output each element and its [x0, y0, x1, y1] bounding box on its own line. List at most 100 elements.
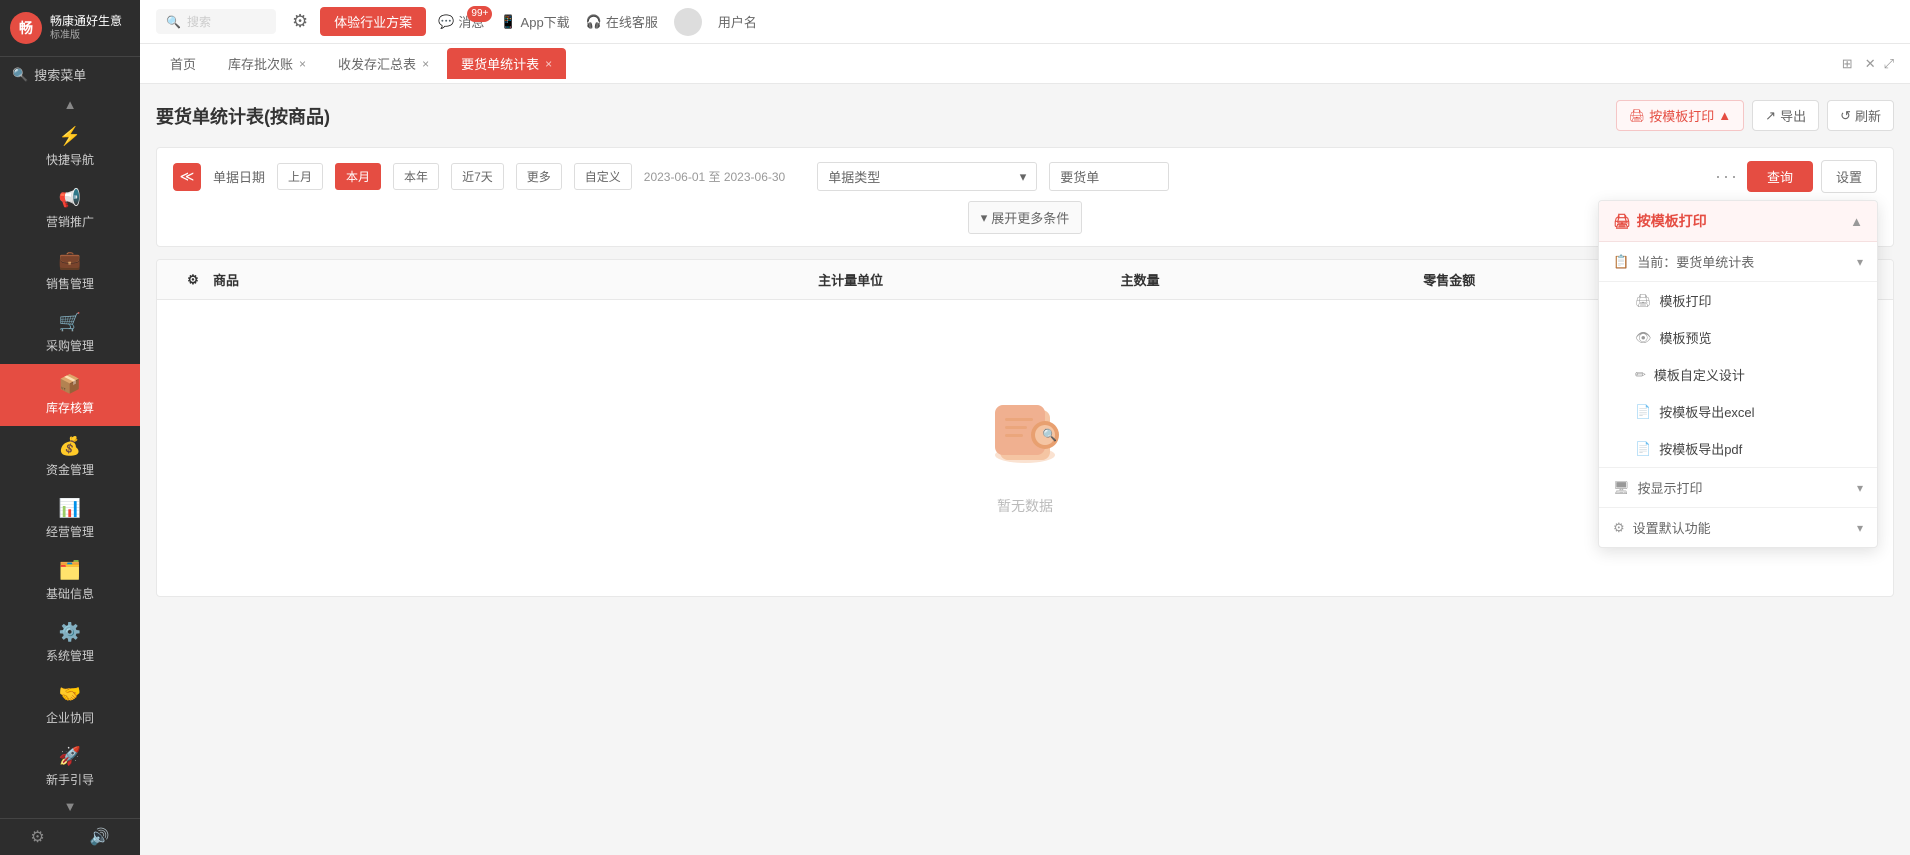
settings-icon[interactable]: ⚙ [30, 827, 44, 847]
sidebar-item-label-sales: 销售管理 [46, 275, 94, 292]
default-func-item[interactable]: ⚙ 设置默认功能 ▾ [1599, 508, 1877, 547]
template-print-dropdown: 🖨 按模板打印 ▲ 📋 当前：要货单统计表 ▾ [1598, 200, 1878, 548]
basic-icon: 🗂️ [59, 560, 81, 581]
template-export-excel-item[interactable]: 📄 按模板导出excel [1599, 393, 1877, 430]
newbie-icon: 🚀 [59, 746, 81, 767]
trial-button[interactable]: 体验行业方案 [320, 7, 426, 36]
date-range: 2023-06-01 至 2023-06-30 [644, 168, 785, 185]
template-print-item[interactable]: 🖨 模板打印 [1599, 282, 1877, 319]
message-button[interactable]: 💬 消息 99+ [438, 12, 484, 31]
col-product-header: 商品 [213, 270, 818, 289]
display-print-chevron: ▾ [1857, 481, 1863, 495]
sidebar-item-finance[interactable]: 💰 资金管理 [0, 426, 140, 488]
expand-conditions-button[interactable]: ▾ 展开更多条件 [968, 201, 1083, 234]
filter-right-actions: ··· 查询 设置 [1715, 160, 1877, 193]
printer-icon: 🖨 [1629, 108, 1646, 124]
speaker-icon[interactable]: 🔊 [90, 827, 110, 847]
quick-nav-icon: ⚡ [59, 126, 81, 147]
date-btn-本月[interactable]: 本月 [335, 163, 381, 190]
search-icon: 🔍 [12, 67, 28, 83]
date-btn-近7天[interactable]: 近7天 [451, 163, 504, 190]
sidebar-item-enterprise[interactable]: 🤝企业协同 [0, 674, 140, 736]
sales-icon: 💼 [59, 250, 81, 271]
template-print-button[interactable]: 🖨 按模板打印 ▲ [1616, 100, 1744, 131]
finance-icon: 💰 [59, 436, 81, 457]
printer-icon3: 🖨 [1635, 293, 1652, 309]
more-options-icon[interactable]: ··· [1715, 166, 1739, 187]
enterprise-icon: 🤝 [59, 684, 81, 705]
sidebar-scroll-down[interactable]: ▼ [0, 794, 140, 818]
refresh-button[interactable]: ↺ 刷新 [1827, 100, 1894, 131]
logo-icon: 畅 [10, 12, 42, 44]
yaohuo-select[interactable]: 要货单 [1049, 162, 1169, 191]
search-bar-text: 搜索 [187, 13, 211, 30]
sidebar-item-newbie[interactable]: 🚀 新手引导 [0, 736, 140, 794]
chevron-down-icon2: ▾ [981, 210, 988, 226]
tab-要货单统计表[interactable]: 要货单统计表× [447, 48, 566, 79]
order-type-select[interactable]: 单据类型 ▾ [817, 162, 1037, 191]
gear-button[interactable]: ⚙ [292, 11, 308, 32]
sidebar-search[interactable]: 🔍 搜索菜单 [0, 57, 140, 92]
tab-收发存汇总表[interactable]: 收发存汇总表× [324, 48, 443, 79]
sidebar-item-marketing[interactable]: 📢营销推广 [0, 178, 140, 240]
user-avatar[interactable] [674, 8, 702, 36]
content-inner: 要货单统计表(按商品) 🖨 按模板打印 ▲ ↗ 导出 ↺ 刷新 [156, 100, 1894, 597]
sidebar-item-sales[interactable]: 💼 销售管理 [0, 240, 140, 302]
tab-close-icon[interactable]: × [422, 57, 429, 71]
date-btn-自定义[interactable]: 自定义 [574, 163, 632, 190]
search-bar[interactable]: 🔍 搜索 [156, 9, 276, 34]
maximize-window-icon[interactable]: ⤢ [1884, 56, 1894, 72]
query-button[interactable]: 查询 [1747, 161, 1813, 192]
sidebar-item-inventory[interactable]: 📦库存核算 [0, 364, 140, 426]
close-window-icon[interactable]: ✕ [1865, 56, 1876, 72]
filter-settings-button[interactable]: 设置 [1821, 160, 1877, 193]
template-preview-item[interactable]: 👁 模板预览 [1599, 319, 1877, 356]
tab-close-icon[interactable]: × [299, 57, 306, 71]
export-button[interactable]: ↗ 导出 [1752, 100, 1819, 131]
sidebar-item-label-quick-nav: 快捷导航 [46, 151, 94, 168]
current-template-section: 📋 当前：要货单统计表 ▾ [1599, 242, 1877, 282]
sidebar-item-label-newbie: 新手引导 [46, 771, 94, 788]
sidebar-item-label-purchase: 采购管理 [46, 337, 94, 354]
template-export-pdf-item[interactable]: 📄 按模板导出pdf [1599, 430, 1877, 467]
filter-collapse-button[interactable]: ≪ [173, 163, 201, 191]
tab-库存批次账[interactable]: 库存批次账× [214, 48, 320, 79]
svg-text:🔍: 🔍 [1042, 427, 1057, 442]
sidebar-item-ops[interactable]: 📊经营管理 [0, 488, 140, 550]
sidebar-item-label-system: 系统管理 [46, 647, 94, 664]
date-btn-本年[interactable]: 本年 [393, 163, 439, 190]
dropdown-header: 🖨 按模板打印 ▲ [1599, 201, 1877, 242]
sidebar-item-purchase[interactable]: 🛒采购管理 [0, 302, 140, 364]
sidebar-item-system[interactable]: ⚙️ 系统管理 [0, 612, 140, 674]
current-template-item[interactable]: 📋 当前：要货单统计表 ▾ [1599, 242, 1877, 281]
display-print-item[interactable]: 🖥 按显示打印 ▾ [1599, 468, 1877, 507]
username-label: 用户名 [718, 12, 757, 31]
tab-home[interactable]: 首页 [156, 48, 210, 79]
online-service-button[interactable]: 🎧 在线客服 [586, 12, 658, 31]
date-btn-上月[interactable]: 上月 [277, 163, 323, 190]
dropdown-chevron-up[interactable]: ▲ [1850, 214, 1863, 229]
col-settings-header[interactable]: ⚙ [173, 272, 213, 288]
sidebar-logo: 畅 畅康通好生意 标准版 [0, 0, 140, 57]
pdf-icon: 📄 [1635, 441, 1651, 457]
sidebar-item-basic[interactable]: 🗂️ 基础信息 [0, 550, 140, 612]
sidebar-item-label-finance: 资金管理 [46, 461, 94, 478]
sidebar-item-label-basic: 基础信息 [46, 585, 94, 602]
date-btn-更多[interactable]: 更多 [516, 163, 562, 190]
tab-expand-button[interactable]: ⊞ [1842, 56, 1853, 72]
printer-icon2: 🖨 [1613, 213, 1631, 230]
app-download-button[interactable]: 📱 App下载 [500, 12, 569, 31]
sidebar-item-quick-nav[interactable]: ⚡ 快捷导航 [0, 116, 140, 178]
ops-icon: 📊 [59, 498, 81, 519]
dropdown-title: 🖨 按模板打印 [1613, 211, 1707, 231]
chevron-down-icon: ▾ [1020, 169, 1027, 185]
tab-close-icon[interactable]: × [545, 57, 552, 71]
sidebar: 畅 畅康通好生意 标准版 🔍 搜索菜单 ▲ ⚡ 快捷导航 📢营销推广 💼 销售管理 🛒采购… [0, 0, 140, 855]
template-design-item[interactable]: ✏ 模板自定义设计 [1599, 356, 1877, 393]
content-area: 要货单统计表(按商品) 🖨 按模板打印 ▲ ↗ 导出 ↺ 刷新 [140, 84, 1910, 855]
default-icon: ⚙ [1613, 520, 1625, 536]
gear-icon: ⚙ [292, 11, 308, 31]
sidebar-scroll-up[interactable]: ▲ [0, 92, 140, 116]
system-icon: ⚙️ [59, 622, 81, 643]
col-unit-header: 主计量单位 [818, 270, 1121, 289]
